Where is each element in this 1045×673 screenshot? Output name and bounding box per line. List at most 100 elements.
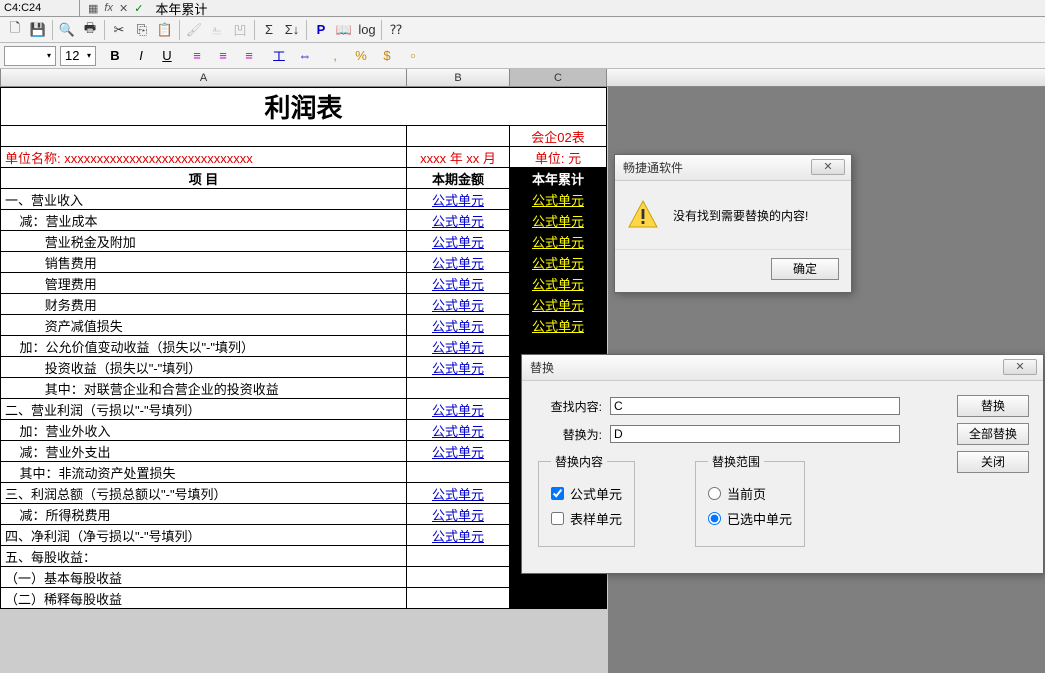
align-center-icon[interactable]: ≡	[212, 45, 234, 67]
ok-button[interactable]: 确定	[771, 258, 839, 280]
cut-icon[interactable]: ✂	[108, 19, 130, 41]
underline-icon[interactable]: U	[156, 45, 178, 67]
copy-icon[interactable]: ⎘	[131, 19, 153, 41]
row-item[interactable]: 管理费用	[1, 273, 407, 294]
row-item[interactable]: 减：营业成本	[1, 210, 407, 231]
header-current[interactable]: 本期金额	[407, 168, 510, 189]
row-current[interactable]	[407, 546, 510, 567]
row-item[interactable]: 其中：对联营企业和合营企业的投资收益	[1, 378, 407, 399]
row-ytd[interactable]: 公式单元	[510, 273, 607, 294]
print-icon[interactable]: 🖶	[79, 19, 101, 41]
row-current[interactable]	[407, 462, 510, 483]
row-ytd[interactable]: 公式单元	[510, 315, 607, 336]
cumsum-icon[interactable]: Σ↓	[281, 19, 303, 41]
row-item[interactable]: 一、营业收入	[1, 189, 407, 210]
row-current[interactable]: 公式单元	[407, 357, 510, 378]
font-combo[interactable]: ▾	[4, 46, 56, 66]
col-header-b[interactable]: B	[407, 69, 510, 86]
close-icon[interactable]: ✕	[1003, 359, 1037, 375]
sample-cell-checkbox[interactable]	[551, 512, 564, 525]
row-ytd[interactable]: 公式单元	[510, 294, 607, 315]
align-right-icon[interactable]: ≡	[238, 45, 260, 67]
underline-icon[interactable]: ⎁	[206, 19, 228, 41]
italic-icon[interactable]: I	[130, 45, 152, 67]
message-titlebar[interactable]: 畅捷通软件 ✕	[615, 155, 851, 181]
row-current[interactable]: 公式单元	[407, 420, 510, 441]
row-ytd[interactable]	[510, 588, 607, 609]
row-current[interactable]: 公式单元	[407, 525, 510, 546]
row-item[interactable]: 销售费用	[1, 252, 407, 273]
p-icon[interactable]: P	[310, 19, 332, 41]
percent-icon[interactable]: %	[350, 45, 372, 67]
replace-titlebar[interactable]: 替换 ✕	[522, 355, 1043, 381]
currency-unit[interactable]: 单位: 元	[510, 147, 607, 168]
row-current[interactable]: 公式单元	[407, 294, 510, 315]
formula-content[interactable]: 本年累计	[151, 0, 207, 18]
replace-all-button[interactable]: 全部替换	[957, 423, 1029, 445]
row-item[interactable]: 三、利润总额（亏损总额以"-"号填列）	[1, 483, 407, 504]
table-icon[interactable]: ▦	[88, 2, 98, 15]
header-ytd[interactable]: 本年累计	[510, 168, 607, 189]
book-icon[interactable]: 📖	[333, 19, 355, 41]
header-item[interactable]: 项 目	[1, 168, 407, 189]
sheet-title[interactable]: 利润表	[1, 88, 607, 126]
fx-icon[interactable]: fx	[104, 2, 113, 14]
paste-icon[interactable]: 📋	[154, 19, 176, 41]
period[interactable]: xxxx 年 xx 月	[407, 147, 510, 168]
sigma-icon[interactable]: Σ	[258, 19, 280, 41]
font-size-combo[interactable]: 12▾	[60, 46, 96, 66]
close-button[interactable]: 关闭	[957, 451, 1029, 473]
row-item[interactable]: 投资收益（损失以"-"填列）	[1, 357, 407, 378]
log-icon[interactable]: log	[356, 19, 378, 41]
row-current[interactable]: 公式单元	[407, 210, 510, 231]
form-code[interactable]: 会企02表	[510, 126, 607, 147]
row-item[interactable]: 四、净利润（净亏损以"-"号填列）	[1, 525, 407, 546]
col-header-a[interactable]: A	[1, 69, 407, 86]
replace-input[interactable]	[610, 425, 900, 443]
row-ytd[interactable]: 公式单元	[510, 210, 607, 231]
row-ytd[interactable]: 公式单元	[510, 189, 607, 210]
preview-icon[interactable]: 🔍	[56, 19, 78, 41]
currency-icon[interactable]: $	[376, 45, 398, 67]
row-item[interactable]: 加：营业外收入	[1, 420, 407, 441]
bold-icon[interactable]: B	[104, 45, 126, 67]
row-current[interactable]: 公式单元	[407, 483, 510, 504]
merge-icon[interactable]: ⇔	[294, 45, 316, 67]
row-current[interactable]: 公式单元	[407, 504, 510, 525]
row-item[interactable]: （一）基本每股收益	[1, 567, 407, 588]
row-item[interactable]: 加：公允价值变动收益（损失以"-"填列）	[1, 336, 407, 357]
comma-icon[interactable]: ,	[324, 45, 346, 67]
col-header-c[interactable]: C	[510, 69, 607, 86]
row-current[interactable]: 公式单元	[407, 252, 510, 273]
row-item[interactable]: 五、每股收益：	[1, 546, 407, 567]
row-current[interactable]: 公式单元	[407, 336, 510, 357]
accept-icon[interactable]: ✓	[134, 2, 143, 15]
help-icon[interactable]: ⁇	[385, 19, 407, 41]
formula-cell-checkbox[interactable]	[551, 487, 564, 500]
row-item[interactable]: 财务费用	[1, 294, 407, 315]
valign-icon[interactable]: 工	[268, 45, 290, 67]
row-current[interactable]	[407, 567, 510, 588]
row-current[interactable]: 公式单元	[407, 315, 510, 336]
find-input[interactable]	[610, 397, 900, 415]
row-current[interactable]	[407, 588, 510, 609]
row-item[interactable]: 二、营业利润（亏损以"-"号填列）	[1, 399, 407, 420]
row-item[interactable]: （二）稀释每股收益	[1, 588, 407, 609]
row-item[interactable]: 营业税金及附加	[1, 231, 407, 252]
cell-reference[interactable]: C4:C24	[0, 0, 80, 16]
current-page-radio[interactable]	[708, 487, 721, 500]
align-left-icon[interactable]: ≡	[186, 45, 208, 67]
row-item[interactable]: 其中：非流动资产处置损失	[1, 462, 407, 483]
u-icon[interactable]: 凹	[229, 19, 251, 41]
row-current[interactable]: 公式单元	[407, 441, 510, 462]
row-current[interactable]	[407, 378, 510, 399]
row-ytd[interactable]: 公式单元	[510, 231, 607, 252]
row-current[interactable]: 公式单元	[407, 189, 510, 210]
close-icon[interactable]: ✕	[811, 159, 845, 175]
box-icon[interactable]: ▫	[402, 45, 424, 67]
brush-icon[interactable]: 🖌	[183, 19, 205, 41]
selected-cells-radio[interactable]	[708, 512, 721, 525]
row-current[interactable]: 公式单元	[407, 399, 510, 420]
save-icon[interactable]: 💾	[27, 19, 49, 41]
row-ytd[interactable]: 公式单元	[510, 252, 607, 273]
